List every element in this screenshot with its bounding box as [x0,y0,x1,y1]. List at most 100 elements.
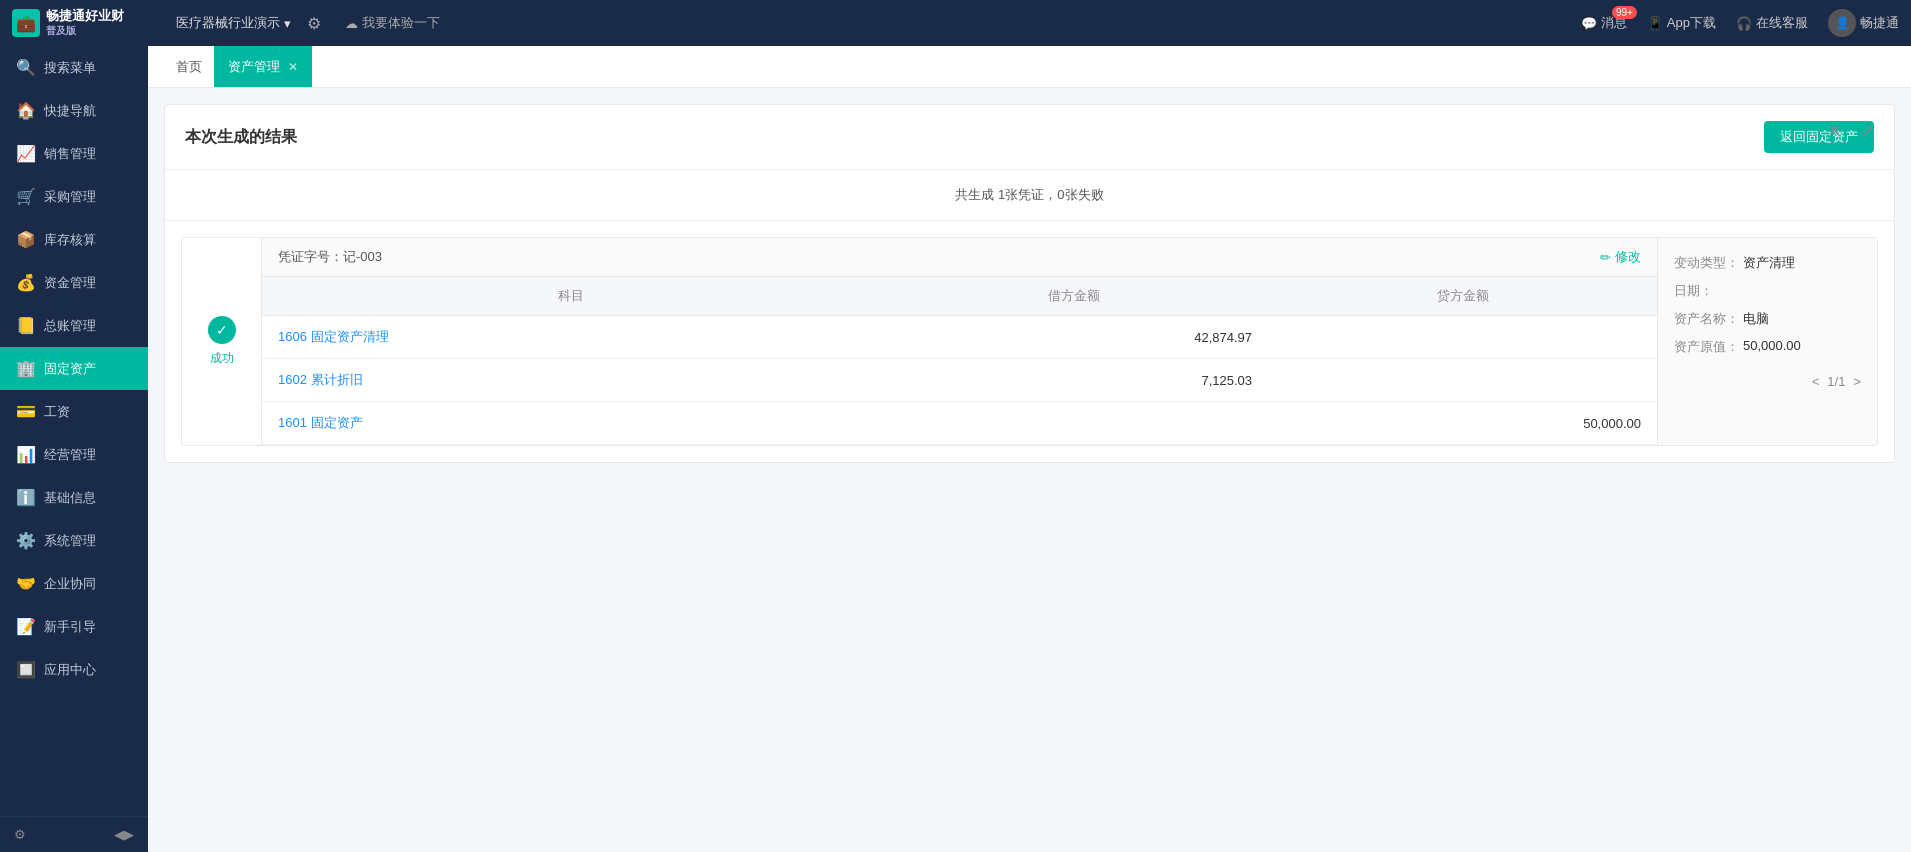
sales-icon: 📈 [16,144,36,163]
content-area: 首页 资产管理 ✕ ✕ ⤢ 本次生成的结果 返回固定资产 [148,46,1911,852]
col-debit: 借方金额 [879,277,1268,316]
sidebar-label-funds: 资金管理 [44,274,96,292]
sidebar-item-system[interactable]: ⚙️ 系统管理 [0,519,148,562]
pagination-current: 1/1 [1827,374,1845,389]
sidebar-label-sales: 销售管理 [44,145,96,163]
online-service-nav[interactable]: 🎧 在线客服 [1736,14,1808,32]
sidebar-label-system: 系统管理 [44,532,96,550]
sidebar-label-fixed-assets: 固定资产 [44,360,96,378]
original-value-value: 50,000.00 [1743,338,1801,356]
sidebar-label-quick-nav: 快捷导航 [44,102,96,120]
enterprise-icon: 🤝 [16,574,36,593]
expand-button[interactable]: ⤢ [1853,117,1882,144]
asset-name-value: 电脑 [1743,310,1769,328]
next-button[interactable]: > [1853,374,1861,389]
tab-home[interactable]: 首页 [164,46,214,87]
experience-label: 我要体验一下 [362,14,440,32]
app-name: 畅捷通好业财 [46,8,124,24]
asset-name-label: 资产名称： [1674,310,1739,328]
sidebar-item-operations[interactable]: 📊 经营管理 [0,433,148,476]
search-icon: 🔍 [16,58,36,77]
payroll-icon: 💳 [16,402,36,421]
debit-cell-2: 7,125.03 [879,359,1268,402]
account-cell-3: 1601 固定资产 [262,402,879,445]
topbar-right: 💬 消息 99+ 📱 App下载 🎧 在线客服 👤 畅捷通 [1581,9,1899,37]
purchase-icon: 🛒 [16,187,36,206]
overlay-controls: ✕ ⤢ [1820,117,1882,144]
user-name: 畅捷通 [1860,14,1899,32]
main-layout: 🔍 搜索菜单 🏠 快捷导航 📈 销售管理 🛒 采购管理 📦 库存核算 💰 资金管… [0,46,1911,852]
voucher-main: 凭证字号：记-003 ✏ 修改 科目 借方金额 贷方 [262,238,1657,445]
sidebar-label-operations: 经营管理 [44,446,96,464]
sidebar-label-purchase: 采购管理 [44,188,96,206]
app-logo: 💼 畅捷通好业财 普及版 [12,8,160,38]
voucher-number: 凭证字号：记-003 [278,248,382,266]
experience-button[interactable]: ☁ 我要体验一下 [345,14,440,32]
logo-icon: 💼 [12,9,40,37]
change-type-row: 变动类型： 资产清理 [1674,254,1861,272]
original-value-label: 资产原值： [1674,338,1739,356]
sidebar-label-ledger: 总账管理 [44,317,96,335]
original-value-row: 资产原值： 50,000.00 [1674,338,1861,356]
edit-button[interactable]: ✏ 修改 [1600,248,1641,266]
sidebar-bottom: ⚙ ◀▶ [0,816,148,852]
sidebar-item-search[interactable]: 🔍 搜索菜单 [0,46,148,89]
sidebar-item-basic-info[interactable]: ℹ️ 基础信息 [0,476,148,519]
sidebar-item-payroll[interactable]: 💳 工资 [0,390,148,433]
message-icon: 💬 [1581,16,1597,31]
sidebar-item-apps[interactable]: 🔲 应用中心 [0,648,148,691]
sidebar-item-purchase[interactable]: 🛒 采购管理 [0,175,148,218]
voucher-table: 科目 借方金额 贷方金额 1606 固定资产清理 42,874.97 [262,277,1657,445]
sidebar-label-payroll: 工资 [44,403,70,421]
avatar: 👤 [1828,9,1856,37]
edit-label: 修改 [1615,248,1641,266]
inventory-icon: 📦 [16,230,36,249]
sidebar-label-apps: 应用中心 [44,661,96,679]
sidebar: 🔍 搜索菜单 🏠 快捷导航 📈 销售管理 🛒 采购管理 📦 库存核算 💰 资金管… [0,46,148,852]
settings-icon[interactable]: ⚙ [14,827,26,842]
table-row: 1602 累计折旧 7,125.03 [262,359,1657,402]
page-content: ✕ ⤢ 本次生成的结果 返回固定资产 共生成 1张凭证，0张失败 ✓ 成功 [148,88,1911,852]
tab-close-icon[interactable]: ✕ [288,60,298,74]
inner-panel: ✕ ⤢ 本次生成的结果 返回固定资产 共生成 1张凭证，0张失败 ✓ 成功 [164,104,1895,463]
operations-icon: 📊 [16,445,36,464]
table-row: 1601 固定资产 50,000.00 [262,402,1657,445]
sidebar-item-quick-nav[interactable]: 🏠 快捷导航 [0,89,148,132]
messages-nav[interactable]: 💬 消息 99+ [1581,14,1627,32]
tab-assets-mgmt[interactable]: 资产管理 ✕ [214,46,312,87]
app-download-label: App下载 [1667,14,1716,32]
page-title: 本次生成的结果 [185,127,297,148]
company-selector[interactable]: 医疗器械行业演示 ▾ [176,14,291,32]
funds-icon: 💰 [16,273,36,292]
sidebar-label-enterprise: 企业协同 [44,575,96,593]
voucher-header-row: 凭证字号：记-003 ✏ 修改 [262,238,1657,277]
voucher-right-panel: 变动类型： 资产清理 日期： 资产名称： 电脑 资产原值： [1657,238,1877,445]
ledger-icon: 📒 [16,316,36,335]
online-service-label: 在线客服 [1756,14,1808,32]
topbar-center: 医疗器械行业演示 ▾ ⚙ ☁ 我要体验一下 [160,14,1581,33]
tab-home-label: 首页 [176,58,202,76]
account-cell-1: 1606 固定资产清理 [262,316,879,359]
messages-badge: 99+ [1612,6,1637,19]
col-account: 科目 [262,277,879,316]
sidebar-item-sales[interactable]: 📈 销售管理 [0,132,148,175]
sidebar-label-search: 搜索菜单 [44,59,96,77]
gear-icon[interactable]: ⚙ [307,14,321,33]
sidebar-item-fixed-assets[interactable]: 🏢 固定资产 [0,347,148,390]
sidebar-item-ledger[interactable]: 📒 总账管理 [0,304,148,347]
user-nav[interactable]: 👤 畅捷通 [1828,9,1899,37]
sidebar-item-guide[interactable]: 📝 新手引导 [0,605,148,648]
headset-icon: 🎧 [1736,16,1752,31]
status-column: ✓ 成功 [182,238,262,445]
sidebar-item-funds[interactable]: 💰 资金管理 [0,261,148,304]
app-download-nav[interactable]: 📱 App下载 [1647,14,1716,32]
cloud-icon: ☁ [345,16,358,31]
sidebar-item-enterprise[interactable]: 🤝 企业协同 [0,562,148,605]
collapse-icon[interactable]: ◀▶ [114,827,134,842]
tab-assets-label: 资产管理 [228,58,280,76]
close-button[interactable]: ✕ [1820,117,1849,144]
sidebar-item-inventory[interactable]: 📦 库存核算 [0,218,148,261]
pagination-row: < 1/1 > [1674,366,1861,389]
guide-icon: 📝 [16,617,36,636]
prev-button[interactable]: < [1812,374,1820,389]
